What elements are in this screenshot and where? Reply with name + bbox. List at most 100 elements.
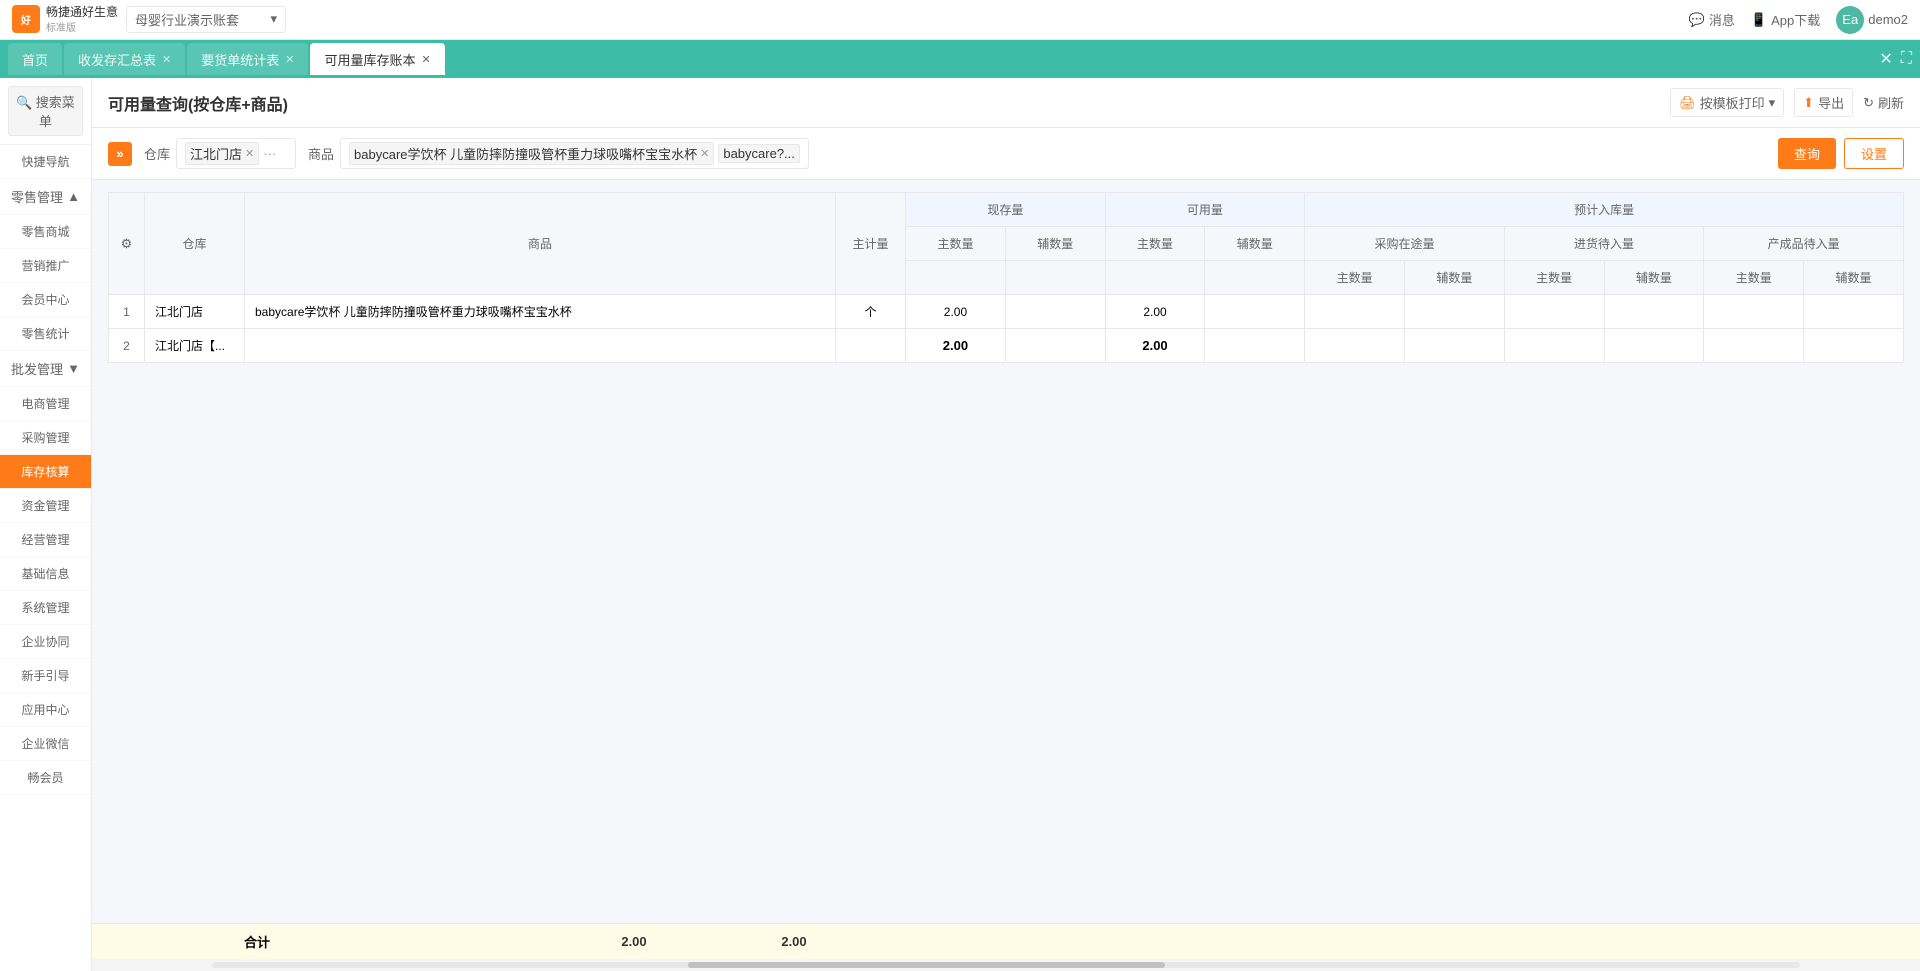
- new-guide-label: 新手引导: [4, 667, 87, 684]
- logo-subtitle: 标准版: [46, 19, 118, 34]
- product-tag-1-close[interactable]: ✕: [700, 147, 709, 160]
- page-header: 可用量查询(按仓库+商品) 🖨 按模板打印 ▾ ⬆ 导出 ↻ 刷新: [92, 78, 1920, 128]
- product-filter-box[interactable]: babycare学饮杯 儿童防摔防撞吸管杯重力球吸嘴杯宝宝水杯 ✕ babyca…: [340, 138, 809, 169]
- base-info-label: 基础信息: [4, 565, 87, 582]
- tab-available-stock-label: 可用量库存账本: [324, 50, 415, 69]
- sidebar-item-retail-stats[interactable]: 零售统计: [0, 317, 91, 351]
- row-2-product: [245, 329, 836, 363]
- tab-order-stats-close[interactable]: ✕: [285, 53, 294, 66]
- export-btn[interactable]: ⬆ 导出: [1794, 88, 1853, 117]
- print-template-btn[interactable]: 🖨 按模板打印 ▾: [1670, 88, 1784, 117]
- app-download-btn[interactable]: 📱 App下载: [1751, 10, 1820, 29]
- row-1-current-main: 2.00: [906, 295, 1006, 329]
- scroll-thumb[interactable]: [688, 962, 1164, 968]
- warehouse-filter-box[interactable]: 江北门店 ✕ ···: [176, 138, 296, 169]
- message-btn[interactable]: 💬 消息: [1689, 10, 1735, 29]
- retail-mgmt-label: 零售管理: [11, 187, 63, 206]
- marketing-label: 营销推广: [4, 257, 87, 274]
- sidebar-item-finance[interactable]: 资金管理: [0, 489, 91, 523]
- footer-label: 合计: [244, 932, 524, 951]
- tab-home-label: 首页: [22, 50, 48, 69]
- tab-close-all-icon[interactable]: ✕: [1879, 49, 1892, 69]
- retail-mall-label: 零售商城: [4, 223, 87, 240]
- tab-order-stats[interactable]: 要货单统计表 ✕: [187, 43, 308, 75]
- th-cs-aux2: [1005, 261, 1105, 295]
- product-tag-1: babycare学饮杯 儿童防摔防撞吸管杯重力球吸嘴杯宝宝水杯 ✕: [349, 142, 714, 165]
- sidebar-item-sys-mgmt[interactable]: 系统管理: [0, 591, 91, 625]
- scroll-bar-area[interactable]: [92, 959, 1920, 971]
- th-settings[interactable]: ⚙: [109, 193, 145, 295]
- row-2-current-aux: [1005, 329, 1105, 363]
- sidebar-item-new-guide[interactable]: 新手引导: [0, 659, 91, 693]
- retail-mgmt-arrow: ▲: [67, 189, 80, 204]
- warehouse-more-btn[interactable]: ···: [263, 146, 276, 161]
- message-icon: 💬: [1689, 12, 1705, 28]
- sidebar-item-enterprise-wx[interactable]: 企业微信: [0, 727, 91, 761]
- row-1-current-aux: [1005, 295, 1105, 329]
- app-icon: 📱: [1751, 12, 1767, 28]
- sidebar-item-marketing[interactable]: 营销推广: [0, 249, 91, 283]
- user-area[interactable]: Ea demo2: [1836, 6, 1908, 34]
- row-1-unit: 个: [836, 295, 906, 329]
- th-fin-aux: 辅数量: [1804, 261, 1904, 295]
- sidebar-item-app-center[interactable]: 应用中心: [0, 693, 91, 727]
- tab-available-stock[interactable]: 可用量库存账本 ✕: [310, 43, 444, 75]
- th-current-aux: 辅数量: [1005, 227, 1105, 261]
- row-2-unit: [836, 329, 906, 363]
- tab-available-stock-close[interactable]: ✕: [422, 53, 431, 66]
- logo-text-area: 畅捷通好生意 标准版: [46, 5, 118, 34]
- sidebar-item-operations[interactable]: 经营管理: [0, 523, 91, 557]
- app-download-label: App下载: [1771, 10, 1820, 29]
- sidebar-item-quick-nav[interactable]: 快捷导航: [0, 145, 91, 179]
- row-2-avail-aux: [1205, 329, 1305, 363]
- filter-area: » 仓库 江北门店 ✕ ··· 商品 babycare学饮杯 儿童防摔防撞吸管杯…: [92, 128, 1920, 180]
- sidebar-item-ecommerce[interactable]: 电商管理: [0, 387, 91, 421]
- sidebar-item-retail-mall[interactable]: 零售商城: [0, 215, 91, 249]
- wholesale-mgmt-label: 批发管理: [11, 359, 63, 378]
- content-area: 可用量查询(按仓库+商品) 🖨 按模板打印 ▾ ⬆ 导出 ↻ 刷新: [92, 78, 1920, 971]
- sidebar-item-enterprise[interactable]: 企业协同: [0, 625, 91, 659]
- sidebar-item-retail-mgmt[interactable]: 零售管理 ▲: [0, 179, 91, 215]
- sidebar-item-member[interactable]: 畅会员: [0, 761, 91, 795]
- tab-home[interactable]: 首页: [8, 43, 62, 75]
- top-bar-left: 好 畅捷通好生意 标准版 母婴行业演示账套 ▾: [12, 5, 286, 34]
- th-pur-aux: 辅数量: [1404, 261, 1504, 295]
- chevron-down-icon: ▾: [270, 11, 277, 27]
- tab-receivables[interactable]: 收发存汇总表 ✕: [64, 43, 185, 75]
- th-unit: 主计量: [836, 193, 906, 295]
- refresh-btn[interactable]: ↻ 刷新: [1863, 93, 1904, 112]
- row-1-warehouse: 江北门店: [145, 295, 245, 329]
- filter-actions: 查询 设置: [1778, 138, 1904, 169]
- sidebar-item-base-info[interactable]: 基础信息: [0, 557, 91, 591]
- row-2-inc-main: [1504, 329, 1604, 363]
- th-avail-main: 主数量: [1105, 227, 1205, 261]
- sidebar-item-member-center[interactable]: 会员中心: [0, 283, 91, 317]
- print-chevron-icon: ▾: [1769, 95, 1776, 111]
- sidebar-item-inventory[interactable]: 库存核算: [0, 455, 91, 489]
- sidebar-item-purchase[interactable]: 采购管理: [0, 421, 91, 455]
- th-current-main: 主数量: [906, 227, 1006, 261]
- row-1-inc-main: [1504, 295, 1604, 329]
- search-menu-btn[interactable]: 🔍 搜索菜单: [8, 86, 83, 136]
- industry-selector[interactable]: 母婴行业演示账套 ▾: [126, 6, 286, 33]
- tab-fullscreen-icon[interactable]: ⛶: [1901, 50, 1912, 68]
- footer-avail-main: 2.00: [754, 934, 834, 949]
- th-warehouse: 仓库: [145, 193, 245, 295]
- logo-icon: 好: [12, 5, 40, 33]
- logo-text: 畅捷通好生意: [46, 5, 118, 19]
- warehouse-tag-close[interactable]: ✕: [245, 147, 254, 160]
- sidebar-item-wholesale-mgmt[interactable]: 批发管理 ▼: [0, 351, 91, 387]
- row-2-avail-main: 2.00: [1105, 329, 1205, 363]
- scroll-track[interactable]: [212, 962, 1800, 968]
- filter-toggle-btn[interactable]: »: [108, 142, 132, 166]
- settings-button[interactable]: 设置: [1844, 138, 1904, 169]
- settings-icon: ⚙: [121, 236, 133, 251]
- product-tag-2: babycare?...: [718, 144, 800, 163]
- sidebar: 🔍 搜索菜单 快捷导航 零售管理 ▲ 零售商城 营销推广 会员中心 零售统计 批…: [0, 78, 92, 971]
- enterprise-wx-label: 企业微信: [4, 735, 87, 752]
- tab-receivables-close[interactable]: ✕: [162, 53, 171, 66]
- data-table: ⚙ 仓库 商品 主计量 现存量 可用量 预计入库量 主数量 辅数量 主数量 辅数…: [108, 192, 1904, 363]
- main-layout: 🔍 搜索菜单 快捷导航 零售管理 ▲ 零售商城 营销推广 会员中心 零售统计 批…: [0, 78, 1920, 971]
- th-current-stock: 现存量: [906, 193, 1106, 227]
- query-button[interactable]: 查询: [1778, 138, 1836, 169]
